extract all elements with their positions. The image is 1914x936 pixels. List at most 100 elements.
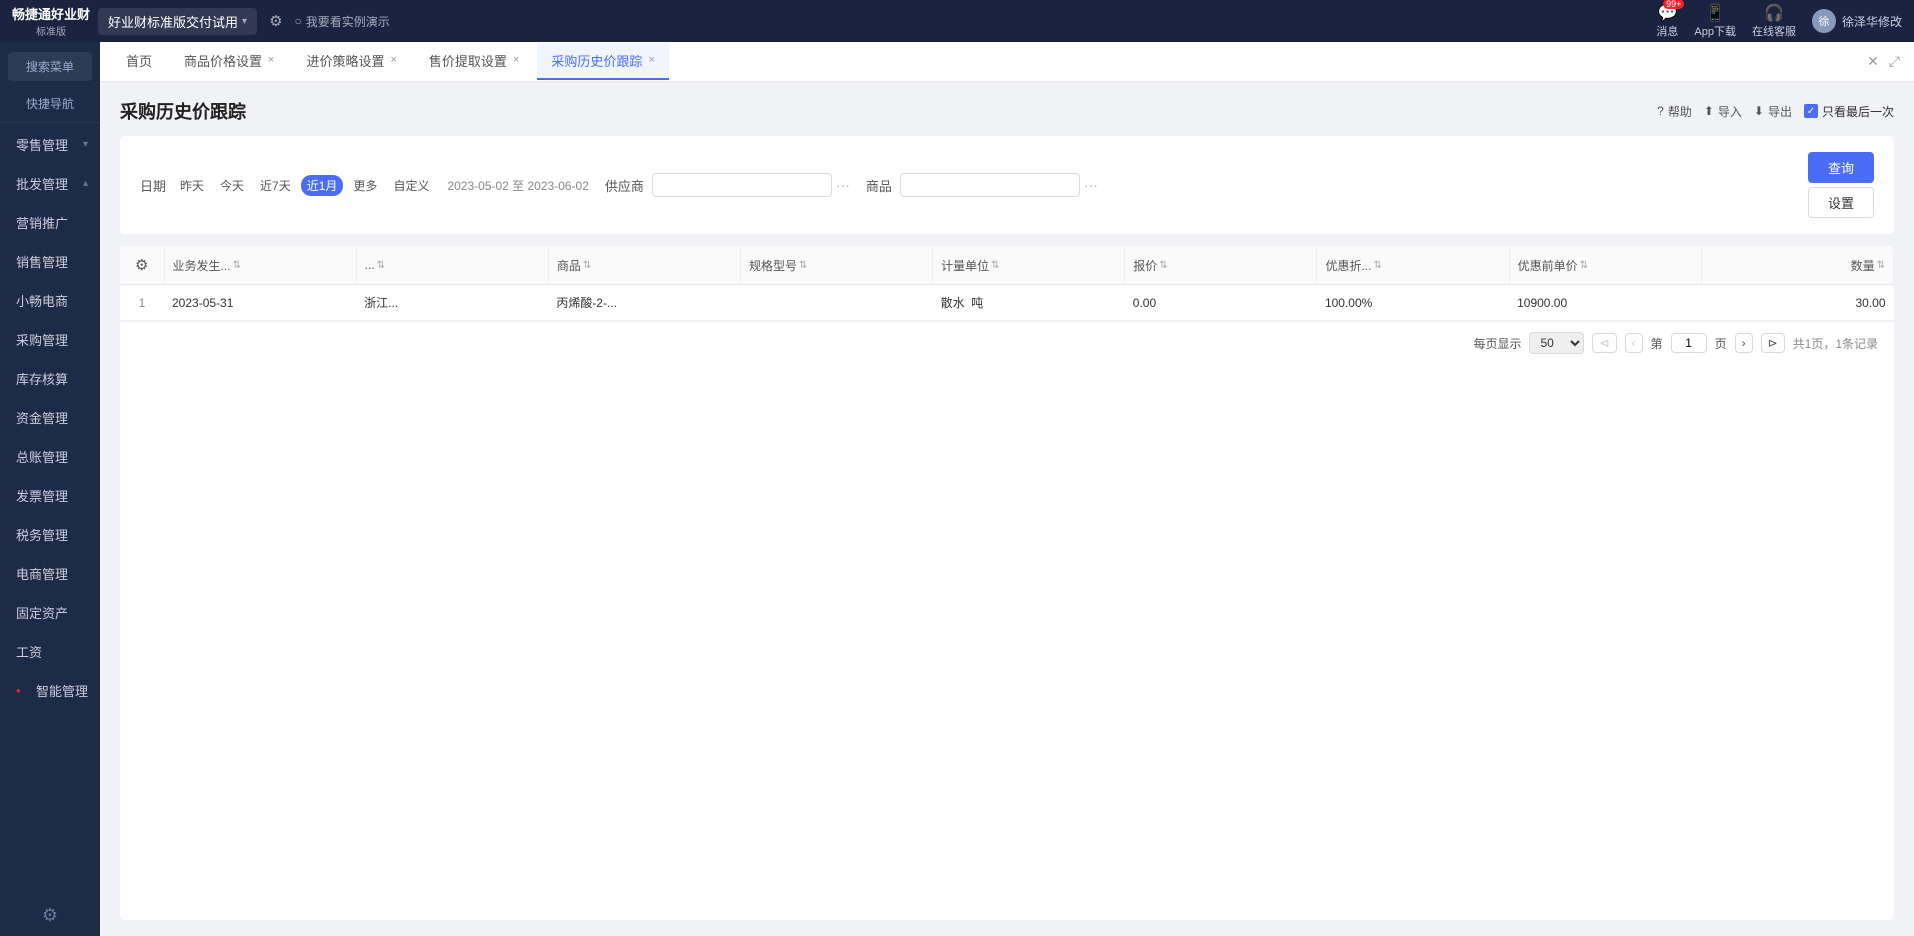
date-opt-today[interactable]: 今天 xyxy=(214,175,250,196)
sort-icon-date: ⇅ xyxy=(233,260,241,271)
th-col2[interactable]: ...⇅ xyxy=(356,246,548,285)
th-discount[interactable]: 优惠折...⇅ xyxy=(1317,246,1509,285)
page-last-btn[interactable]: ⊳ xyxy=(1761,333,1785,353)
cell-quantity: 30.00 xyxy=(1701,285,1893,321)
settings-button[interactable]: 设置 xyxy=(1808,187,1874,218)
help-link[interactable]: ? 帮助 xyxy=(1657,103,1692,120)
th-product[interactable]: 商品⇅ xyxy=(548,246,740,285)
th-gear[interactable]: ⚙ xyxy=(120,246,164,285)
date-opt-yesterday[interactable]: 昨天 xyxy=(174,175,210,196)
product-settings-icon[interactable]: ⚙ xyxy=(265,8,286,34)
page-header: 采购历史价跟踪 ? 帮助 ⬆ 导入 ⬇ 导出 xyxy=(120,98,1894,124)
sidebar-item-tax[interactable]: 税务管理 xyxy=(0,515,100,554)
sidebar-quick-nav[interactable]: 快捷导航 xyxy=(0,87,100,120)
date-opt-custom[interactable]: 自定义 xyxy=(387,175,435,196)
messages-badge: 99+ xyxy=(1663,0,1684,9)
query-button[interactable]: 查询 xyxy=(1808,152,1874,183)
sidebar-item-ecommerce[interactable]: 电商管理 xyxy=(0,554,100,593)
sidebar-item-ecommerce-small[interactable]: 小畅电商 xyxy=(0,281,100,320)
sidebar-gear-icon[interactable]: ⚙ xyxy=(42,905,58,926)
app-download-action[interactable]: 📱 App下载 xyxy=(1694,3,1736,39)
export-label: 导出 xyxy=(1768,103,1792,120)
search-menu-button[interactable]: 搜索菜单 xyxy=(8,52,92,81)
th-quantity[interactable]: 数量⇅ xyxy=(1701,246,1893,285)
supplier-input-wrap: ··· xyxy=(652,173,850,197)
tab-purchase-history-label: 采购历史价跟踪 xyxy=(551,51,642,70)
messages-action[interactable]: 💬 99+ 消息 xyxy=(1656,3,1678,39)
tab-product-price[interactable]: 商品价格设置 × xyxy=(170,43,288,80)
page-actions: ? 帮助 ⬆ 导入 ⬇ 导出 ✓ 只看最后一 xyxy=(1657,103,1894,120)
supplier-input[interactable] xyxy=(652,173,832,197)
product-dots-icon[interactable]: ··· xyxy=(1084,177,1098,193)
tab-home[interactable]: 首页 xyxy=(112,43,166,80)
only-last-checkbox-label[interactable]: ✓ 只看最后一次 xyxy=(1804,103,1894,120)
tab-purchase-history-close[interactable]: × xyxy=(648,55,654,66)
sidebar-item-inventory[interactable]: 库存核算 xyxy=(0,359,100,398)
date-options: 昨天 今天 近7天 近1月 更多 自定义 xyxy=(174,175,435,196)
only-last-checkbox[interactable]: ✓ xyxy=(1804,104,1818,118)
sidebar-item-marketing[interactable]: 营销推广 xyxy=(0,203,100,242)
supplier-dots-icon[interactable]: ··· xyxy=(836,177,850,193)
page-total: 共1页，1条记录 xyxy=(1793,335,1878,352)
user-area[interactable]: 徐 徐泽华修改 xyxy=(1812,9,1902,33)
page-suffix: 页 xyxy=(1715,335,1727,352)
sidebar-item-wholesale[interactable]: 批发管理 ▴ xyxy=(0,164,100,203)
sidebar-item-smart[interactable]: 智能管理 xyxy=(0,671,100,710)
page-prev-btn[interactable]: ‹ xyxy=(1625,333,1643,353)
sidebar-item-finance[interactable]: 资金管理 xyxy=(0,398,100,437)
sidebar-search-area: 搜索菜单 xyxy=(0,42,100,87)
product-input-wrap: ··· xyxy=(900,173,1098,197)
import-link[interactable]: ⬆ 导入 xyxy=(1704,103,1742,120)
th-price[interactable]: 报价⇅ xyxy=(1125,246,1317,285)
sidebar-item-ledger[interactable]: 总账管理 xyxy=(0,437,100,476)
tab-selling-price-close[interactable]: × xyxy=(513,55,519,66)
chevron-icon-retail: ▾ xyxy=(83,139,88,150)
tab-purchase-strategy-label: 进价策略设置 xyxy=(306,51,384,70)
sidebar-item-retail[interactable]: 零售管理 ▾ xyxy=(0,125,100,164)
tab-extra-controls: ✕ ⤢ xyxy=(1865,51,1902,72)
date-opt-7days[interactable]: 近7天 xyxy=(254,175,297,196)
product-filter-group: 商品 ··· xyxy=(866,173,1098,197)
sidebar-item-fixed-assets[interactable]: 固定资产 xyxy=(0,593,100,632)
th-spec[interactable]: 规格型号⇅ xyxy=(740,246,932,285)
product-filter-label: 商品 xyxy=(866,176,892,195)
tab-purchase-history[interactable]: 采购历史价跟踪 × xyxy=(537,43,668,80)
tab-close-window-btn[interactable]: ✕ xyxy=(1865,51,1881,72)
sort-icon-discount: ⇅ xyxy=(1373,260,1381,271)
date-range-display: 2023-05-02 至 2023-06-02 xyxy=(447,177,588,194)
cell-price: 0.00 xyxy=(1125,285,1317,321)
app-title: 畅捷通好业财 xyxy=(12,4,90,23)
date-opt-more[interactable]: 更多 xyxy=(347,175,383,196)
sidebar-item-invoice[interactable]: 发票管理 xyxy=(0,476,100,515)
sidebar-item-label-inventory: 库存核算 xyxy=(16,369,68,388)
date-opt-1month[interactable]: 近1月 xyxy=(301,175,344,196)
tab-maximize-btn[interactable]: ⤢ xyxy=(1887,51,1902,72)
topbar-right: 💬 99+ 消息 📱 App下载 🎧 在线客服 徐 徐泽华修改 xyxy=(1656,3,1902,39)
tab-product-price-close[interactable]: × xyxy=(268,55,274,66)
page-first-btn[interactable]: ⊲ xyxy=(1592,333,1616,353)
tab-purchase-strategy[interactable]: 进价策略设置 × xyxy=(292,43,410,80)
help-label: 帮助 xyxy=(1668,103,1692,120)
per-page-select[interactable]: 50 100 200 xyxy=(1529,332,1584,354)
sidebar-item-sales[interactable]: 销售管理 xyxy=(0,242,100,281)
export-link[interactable]: ⬇ 导出 xyxy=(1754,103,1792,120)
th-pre-discount-price[interactable]: 优惠前单价⇅ xyxy=(1509,246,1701,285)
online-service-action[interactable]: 🎧 在线客服 xyxy=(1752,3,1796,39)
sidebar-item-salary[interactable]: 工资 xyxy=(0,632,100,671)
app-download-label: App下载 xyxy=(1694,23,1736,39)
tab-purchase-strategy-close[interactable]: × xyxy=(390,55,396,66)
headset-icon: 🎧 xyxy=(1764,3,1784,23)
product-selector[interactable]: 好业财标准版交付试用 ▾ xyxy=(98,8,257,35)
help-icon: ? xyxy=(1657,104,1664,118)
product-input[interactable] xyxy=(900,173,1080,197)
tab-home-label: 首页 xyxy=(126,51,152,70)
topbar-left: 畅捷通好业财 标准版 好业财标准版交付试用 ▾ ⚙ ○ 我要看实例演示 xyxy=(12,4,390,38)
page-number-input[interactable] xyxy=(1671,333,1707,353)
th-date[interactable]: 业务发生...⇅ xyxy=(164,246,356,285)
sort-icon-price: ⇅ xyxy=(1159,260,1167,271)
tab-selling-price[interactable]: 售价提取设置 × xyxy=(415,43,533,80)
th-unit[interactable]: 计量单位⇅ xyxy=(933,246,1125,285)
page-next-btn[interactable]: › xyxy=(1735,333,1753,353)
demo-link[interactable]: ○ 我要看实例演示 xyxy=(295,13,390,30)
sidebar-item-purchase[interactable]: 采购管理 xyxy=(0,320,100,359)
